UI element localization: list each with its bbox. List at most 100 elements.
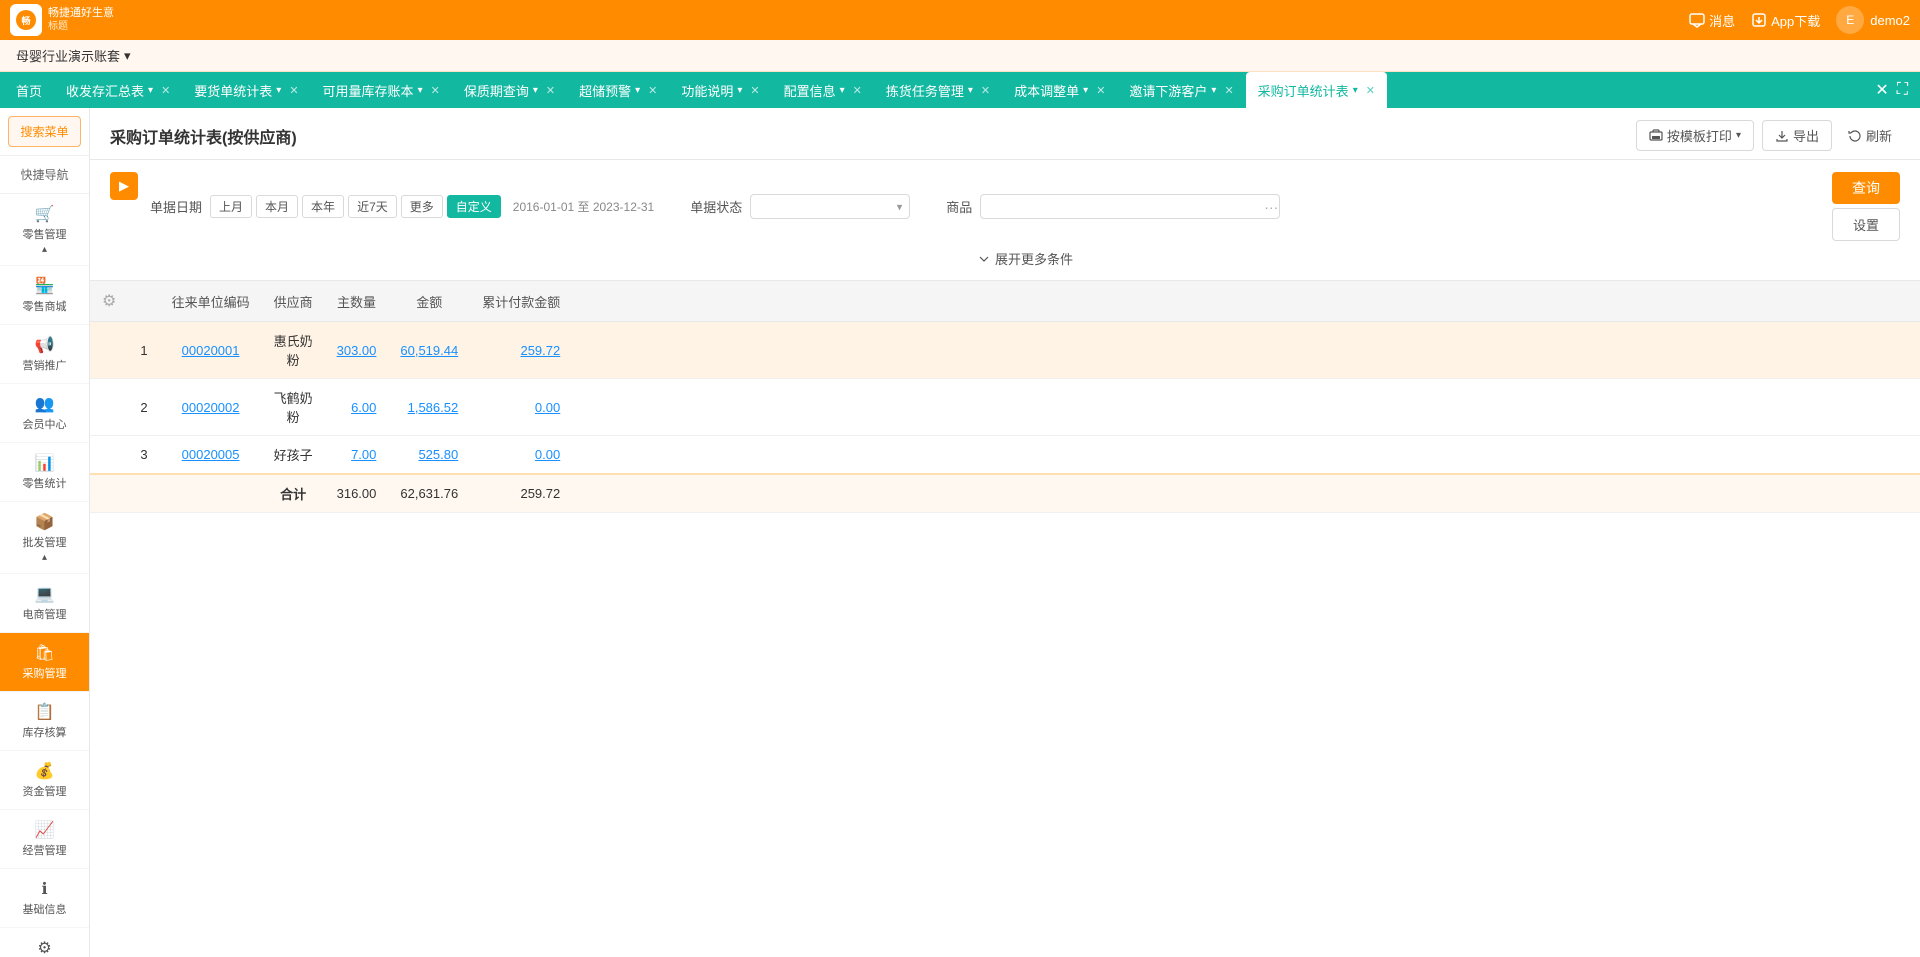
message-btn[interactable]: 消息 [1689, 11, 1735, 30]
svg-text:畅: 畅 [21, 15, 30, 26]
row-paid-amount[interactable]: 0.00 [470, 436, 572, 475]
tab-label: 拣货任务管理 [886, 81, 964, 100]
date-btn-7days[interactable]: 近7天 [348, 195, 397, 218]
row-main-qty[interactable]: 7.00 [325, 436, 389, 475]
search-menu-btn[interactable]: 搜索菜单 [8, 116, 81, 147]
date-btn-last-month[interactable]: 上月 [210, 195, 252, 218]
sidebar-item-retail_mgmt[interactable]: 🛒零售管理▴ [0, 194, 89, 266]
nav-tab-home[interactable]: 首页 [4, 72, 54, 108]
nav-tab-cost_adjust[interactable]: 成本调整单 ▾ ✕ [1002, 72, 1117, 108]
nav-tab-function_desc[interactable]: 功能说明▾✕ [669, 72, 771, 108]
footer-settings [90, 474, 128, 513]
sidebar-item-stock_check[interactable]: 📋库存核算 [0, 692, 89, 751]
app-download-btn[interactable]: App下载 [1751, 11, 1820, 30]
tab-label: 功能说明 [681, 81, 733, 100]
sidebar: 搜索菜单 快捷导航 🛒零售管理▴🏪零售商城📢营销推广👥会员中心📊零售统计📦批发管… [0, 108, 90, 957]
goods-input-more-icon[interactable]: ··· [1264, 199, 1278, 215]
date-quick-btns: 上月 本月 本年 近7天 更多 自定义 [210, 195, 501, 218]
sidebar-label-retail_shop: 零售商城 [23, 298, 67, 314]
quick-nav-btn[interactable]: 快捷导航 [4, 160, 85, 189]
tab-arrow-icon: ▾ [1083, 85, 1088, 96]
tab-label: 成本调整单 [1014, 81, 1079, 100]
row-vendor-code[interactable]: 00020001 [160, 322, 262, 379]
logo-area: 畅 畅捷通好生意 标题 [10, 4, 114, 36]
date-btn-more[interactable]: 更多 [401, 195, 443, 218]
tab-close-icon[interactable]: ✕ [853, 84, 862, 97]
top-bar: 畅 畅捷通好生意 标题 消息 App下载 E demo2 [0, 0, 1920, 40]
date-btn-this-month[interactable]: 本月 [256, 195, 298, 218]
nav-tab-config_info[interactable]: 配置信息▾✕ [772, 72, 874, 108]
close-tab-icon[interactable]: ✕ [1875, 80, 1888, 100]
sidebar-item-system_mgmt[interactable]: ⚙系统管理 [0, 928, 89, 957]
nav-tab-purchase_summary[interactable]: 采购订单统计表▾✕ [1246, 72, 1387, 108]
tab-close-icon[interactable]: ✕ [546, 84, 555, 97]
status-select[interactable] [750, 194, 910, 219]
tab-close-icon[interactable]: ✕ [1096, 84, 1105, 97]
table-footer-row: 合计 316.00 62,631.76 259.72 [90, 474, 1920, 513]
row-paid-amount[interactable]: 0.00 [470, 379, 572, 436]
row-amount[interactable]: 60,519.44 [388, 322, 470, 379]
tab-close-icon[interactable]: ✕ [750, 84, 759, 97]
row-vendor-code[interactable]: 00020005 [160, 436, 262, 475]
sidebar-label-retail_mgmt: 零售管理 [23, 226, 67, 242]
user-profile[interactable]: E demo2 [1836, 6, 1910, 34]
row-main-qty[interactable]: 6.00 [325, 379, 389, 436]
footer-index [128, 474, 159, 513]
sidebar-item-finance_mgmt[interactable]: 💰资金管理 [0, 751, 89, 810]
tab-close-icon[interactable]: ✕ [1366, 84, 1375, 97]
data-table: ⚙ 往来单位编码 供应商 主数量 金额 累计付款金额 1 00020001 惠氏… [90, 281, 1920, 513]
row-paid-amount[interactable]: 259.72 [470, 322, 572, 379]
row-amount[interactable]: 1,586.52 [388, 379, 470, 436]
maximize-icon[interactable]: ⛶ [1897, 81, 1908, 99]
tab-close-icon[interactable]: ✕ [431, 84, 440, 97]
sidebar-item-ops_mgmt[interactable]: 📈经营管理 [0, 810, 89, 869]
sidebar-item-marketing[interactable]: 📢营销推广 [0, 325, 89, 384]
filter-toggle-btn[interactable]: ▶ [110, 172, 138, 200]
sidebar-item-retail_shop[interactable]: 🏪零售商城 [0, 266, 89, 325]
sidebar-arrow-retail_mgmt: ▴ [42, 244, 47, 255]
nav-tab-overstock[interactable]: 超储预警▾✕ [567, 72, 669, 108]
row-main-qty[interactable]: 303.00 [325, 322, 389, 379]
date-btn-custom[interactable]: 自定义 [447, 195, 501, 218]
nav-tab-shelf_life[interactable]: 保质期查询▾✕ [452, 72, 567, 108]
tab-close-icon[interactable]: ✕ [161, 84, 170, 97]
table-header-settings: ⚙ [90, 281, 128, 322]
sidebar-icon-ops_mgmt: 📈 [35, 820, 55, 840]
tab-close-icon[interactable]: ✕ [648, 84, 657, 97]
goods-input[interactable] [980, 194, 1280, 219]
tab-close-icon[interactable]: ✕ [289, 84, 298, 97]
sidebar-item-basic_info[interactable]: ℹ基础信息 [0, 869, 89, 928]
row-vendor-code[interactable]: 00020002 [160, 379, 262, 436]
sidebar-item-member_center[interactable]: 👥会员中心 [0, 384, 89, 443]
row-amount[interactable]: 525.80 [388, 436, 470, 475]
tab-close-icon[interactable]: ✕ [1224, 84, 1233, 97]
nav-tab-order_summary[interactable]: 要货单统计表▾✕ [182, 72, 310, 108]
nav-tab-pick_task[interactable]: 拣货任务管理▾✕ [874, 72, 1002, 108]
filter-row-1: 单据日期 上月 本月 本年 近7天 更多 自定义 2016-01-01 至 20… [150, 172, 1900, 241]
expand-more-btn[interactable]: 展开更多条件 [977, 249, 1073, 268]
date-btn-this-year[interactable]: 本年 [302, 195, 344, 218]
row-vendor-name: 飞鹤奶粉 [262, 379, 325, 436]
sidebar-item-retail_stats[interactable]: 📊零售统计 [0, 443, 89, 502]
sidebar-item-purchase_mgmt[interactable]: 🛍采购管理 [0, 633, 89, 692]
date-filter-label: 单据日期 [150, 197, 202, 216]
nav-tab-invite_downstream[interactable]: 邀请下游客户▾✕ [1117, 72, 1245, 108]
row-spacer [572, 436, 1920, 475]
sidebar-icon-ecommerce: 💻 [35, 584, 55, 604]
tab-label: 采购订单统计表 [1258, 81, 1349, 100]
tab-label: 邀请下游客户 [1129, 81, 1207, 100]
tab-arrow-icon: ▾ [635, 85, 640, 96]
nav-tab-collect_pay[interactable]: 收发存汇总表▾✕ [54, 72, 182, 108]
settings-btn[interactable]: 设置 [1832, 208, 1900, 241]
nav-tab-available_stock[interactable]: 可用量库存账本▾✕ [311, 72, 452, 108]
gear-icon[interactable]: ⚙ [102, 293, 116, 310]
refresh-btn[interactable]: 刷新 [1840, 121, 1900, 150]
sidebar-item-wholesale_mgmt[interactable]: 📦批发管理▴ [0, 502, 89, 574]
tab-close-icon[interactable]: ✕ [981, 84, 990, 97]
footer-main-qty: 316.00 [325, 474, 389, 513]
query-btn[interactable]: 查询 [1832, 172, 1900, 204]
template-print-btn[interactable]: 按模板打印 ▾ [1636, 120, 1754, 151]
sidebar-item-ecommerce[interactable]: 💻电商管理 [0, 574, 89, 633]
export-btn[interactable]: 导出 [1762, 120, 1832, 151]
workspace-selector[interactable]: 母婴行业演示账套 ▾ [16, 46, 131, 65]
